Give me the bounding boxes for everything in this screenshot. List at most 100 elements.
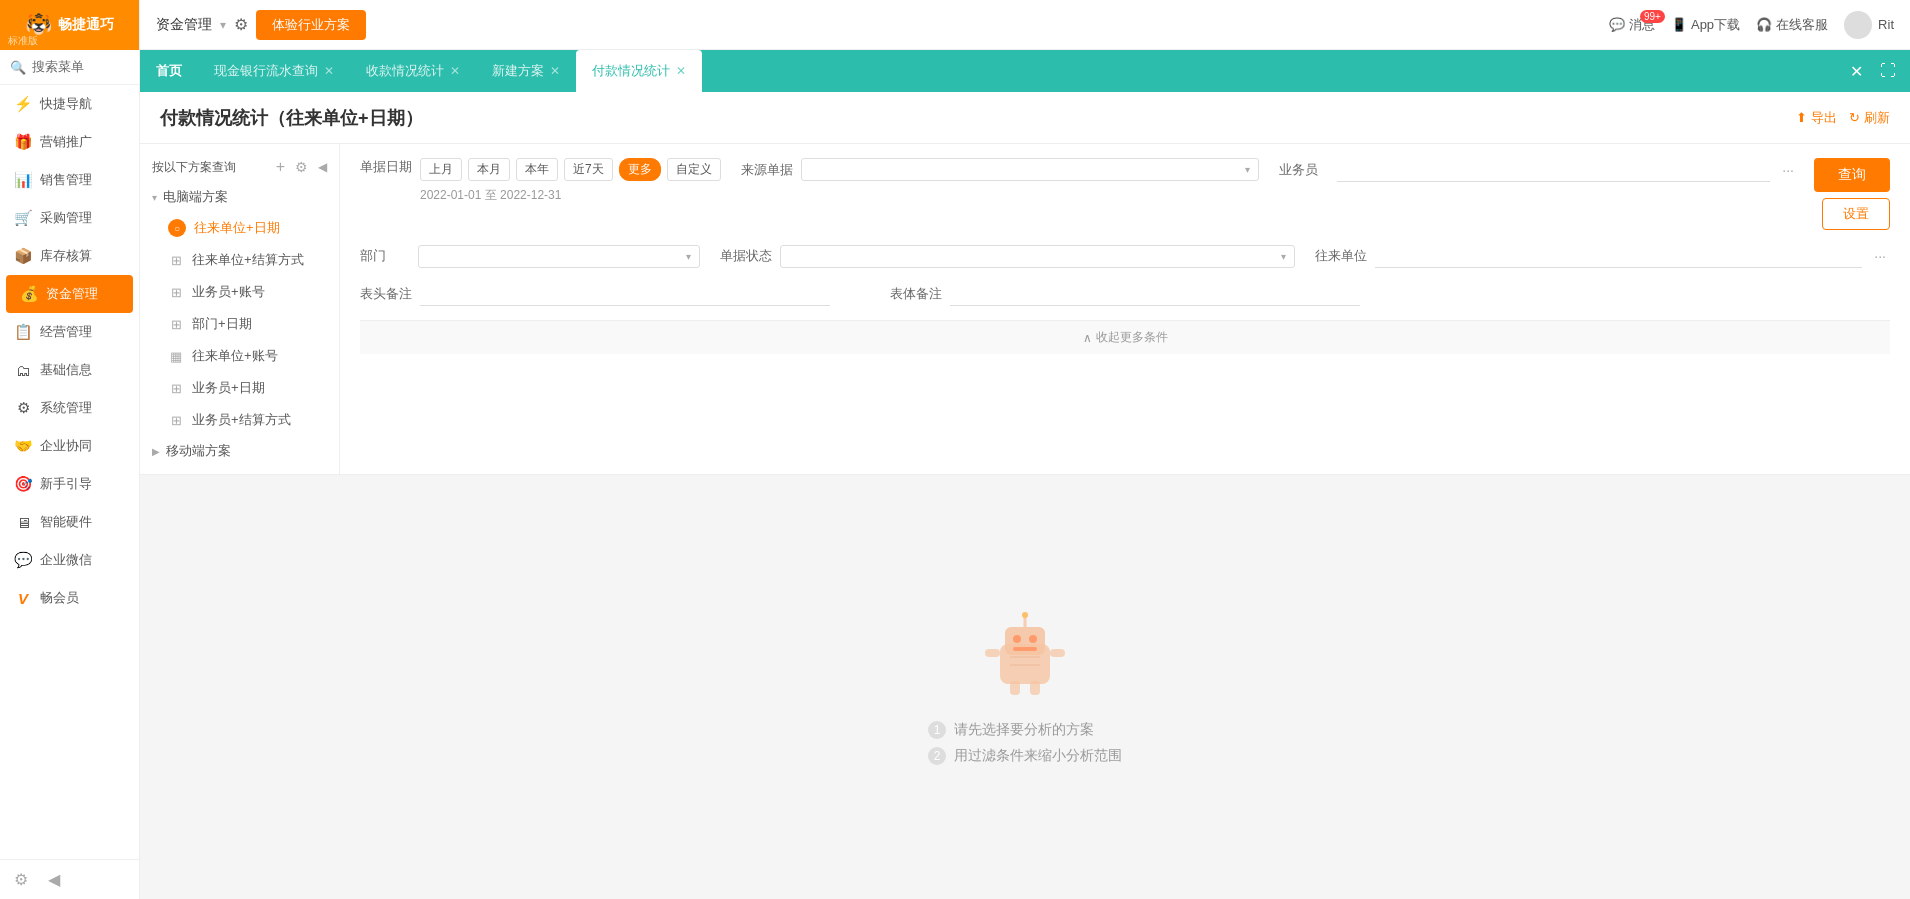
sidebar-item-huiyuan[interactable]: V 畅会员 [0,579,139,617]
tab-bank[interactable]: 现金银行流水查询 ✕ [198,50,350,92]
date-btn-last-month[interactable]: 上月 [420,158,462,181]
scheme-add-icon[interactable]: + [276,158,285,176]
service-label: 在线客服 [1776,16,1828,34]
sidebar-item-zijin[interactable]: 💰 资金管理 [6,275,133,313]
dept-select[interactable]: ▾ [418,245,700,268]
collapse-bar[interactable]: ∧ 收起更多条件 [360,320,1890,354]
date-btn-this-year[interactable]: 本年 [516,158,558,181]
salesperson-input[interactable] [1337,158,1770,182]
tab-bank-close[interactable]: ✕ [324,64,334,78]
partner-input[interactable] [1375,244,1862,268]
head-remark-input[interactable] [420,282,830,306]
sidebar-item-kuaijie[interactable]: ⚡ 快捷导航 [0,85,139,123]
scheme-item-wanglai-jiesuan[interactable]: ⊞ 往来单位+结算方式 [140,244,339,276]
scheme-collapse-icon[interactable]: ◀ [318,160,327,174]
scheme-item-yewuyuan-date[interactable]: ⊞ 业务员+日期 [140,372,339,404]
message-icon: 💬 [1609,17,1625,32]
tab-shoukuan-close[interactable]: ✕ [450,64,460,78]
sidebar-item-qiye[interactable]: 🤝 企业协同 [0,427,139,465]
status-select[interactable]: ▾ [780,245,1295,268]
partner-dots-btn[interactable]: ··· [1870,248,1890,264]
sidebar-item-weixin[interactable]: 💬 企业微信 [0,541,139,579]
scheme-item-yewuyuan-jiesuan[interactable]: ⊞ 业务员+结算方式 [140,404,339,436]
date-btn-last-7days[interactable]: 近7天 [564,158,613,181]
tab-newplan-close[interactable]: ✕ [550,64,560,78]
mobile-category[interactable]: ▶ 移动端方案 [140,436,339,466]
pc-category[interactable]: ▾ 电脑端方案 [140,182,339,212]
partner-filter-cell: 往来单位 ··· [1315,244,1890,268]
sidebar-item-zhineng[interactable]: 🖥 智能硬件 [0,503,139,541]
tip-text-2: 用过滤条件来缩小分析范围 [954,747,1122,765]
close-tab-icon[interactable]: ✕ [1842,57,1870,85]
scheme-settings-icon[interactable]: ⚙ [295,159,308,175]
active-scheme-dot: ○ [168,219,186,237]
topbar-right: 💬 消息 99+ 📱 App下载 🎧 在线客服 Rit [1609,11,1894,39]
tabbar-actions: ✕ ⛶ [1842,57,1910,85]
collapse-sidebar-icon[interactable]: ◀ [48,870,60,889]
source-select[interactable]: ▾ [801,158,1260,181]
source-filter-cell: 来源单据 ▾ [741,158,1260,181]
expand-tab-icon[interactable]: ⛶ [1874,57,1902,85]
app-icon: 📱 [1671,17,1687,32]
svg-rect-8 [1030,681,1040,695]
sidebar-item-yingxiao[interactable]: 🎁 营销推广 [0,123,139,161]
body-remark-input[interactable] [950,282,1360,306]
tab-fukuan[interactable]: 付款情况统计 ✕ [576,50,702,92]
filter-row-1: 单据日期 上月 本月 本年 近7天 更多 自定义 2022- [360,158,1890,230]
sidebar-item-xitong[interactable]: ⚙ 系统管理 [0,389,139,427]
empty-tip-1: 1 请先选择要分析的方案 [928,721,1122,739]
empty-tips: 1 请先选择要分析的方案 2 用过滤条件来缩小分析范围 [928,721,1122,765]
pc-chevron-icon: ▾ [152,192,157,203]
trial-button[interactable]: 体验行业方案 [256,10,366,40]
sidebar-item-jingying[interactable]: 📋 经营管理 [0,313,139,351]
status-label: 单据状态 [720,247,772,265]
scheme-label-wanglai-zhanghao: 往来单位+账号 [192,347,278,365]
topbar-settings-icon[interactable]: ⚙ [234,15,248,34]
export-button[interactable]: ⬆ 导出 [1796,109,1837,127]
settings-button[interactable]: 设置 [1822,198,1890,230]
sidebar-item-xiaoshou[interactable]: 📊 销售管理 [0,161,139,199]
jichu-icon: 🗂 [14,361,32,379]
tab-shoukuan[interactable]: 收款情况统计 ✕ [350,50,476,92]
messages-button[interactable]: 💬 消息 99+ [1609,16,1655,34]
date-options: 上月 本月 本年 近7天 更多 自定义 2022-01-01 至 2022-12… [420,158,721,204]
scheme-item-wanglai-date[interactable]: ○ 往来单位+日期 [140,212,339,244]
query-button[interactable]: 查询 [1814,158,1890,192]
body-remark-cell: 表体备注 [890,282,1360,306]
tabbar: 首页 现金银行流水查询 ✕ 收款情况统计 ✕ 新建方案 ✕ 付款情况统计 ✕ ✕… [140,50,1910,92]
source-select-arrow: ▾ [1245,164,1250,175]
date-filter-cell: 单据日期 上月 本月 本年 近7天 更多 自定义 2022- [360,158,721,204]
online-service-button[interactable]: 🎧 在线客服 [1756,16,1828,34]
settings-bottom-icon[interactable]: ⚙ [14,870,28,889]
user-menu[interactable]: Rit [1844,11,1894,39]
empty-robot-illustration [975,609,1075,709]
sidebar-item-caigou[interactable]: 🛒 采购管理 [0,199,139,237]
scheme-item-yewuyuan-zhanghao[interactable]: ⊞ 业务员+账号 [140,276,339,308]
svg-rect-5 [985,649,1000,657]
page-actions: ⬆ 导出 ↻ 刷新 [1796,109,1890,127]
dept-label: 部门 [360,247,410,265]
scheme-panel: 按以下方案查询 + ⚙ ◀ ▾ 电脑端方案 ○ 往来单位+日期 ⊞ 往来单位+结… [140,144,340,474]
page-title: 付款情况统计（往来单位+日期） [160,106,1796,130]
date-btn-this-month[interactable]: 本月 [468,158,510,181]
tab-newplan[interactable]: 新建方案 ✕ [476,50,576,92]
scheme-item-bumen-date[interactable]: ⊞ 部门+日期 [140,308,339,340]
salesperson-dots-btn[interactable]: ··· [1778,162,1798,178]
topbar-left: 资金管理 ▾ ⚙ 体验行业方案 [156,10,1597,40]
sidebar-item-xinshou[interactable]: 🎯 新手引导 [0,465,139,503]
export-icon: ⬆ [1796,110,1807,125]
date-btn-custom[interactable]: 自定义 [667,158,721,181]
tab-home[interactable]: 首页 [140,50,198,92]
scheme-grid-icon-4: ⊞ [168,380,184,396]
tab-bank-label: 现金银行流水查询 [214,62,318,80]
sidebar-item-kucun[interactable]: 📦 库存核算 [0,237,139,275]
app-download-button[interactable]: 📱 App下载 [1671,16,1740,34]
tab-fukuan-close[interactable]: ✕ [676,64,686,78]
scheme-grid-icon-1: ⊞ [168,252,184,268]
sidebar-search[interactable]: 🔍 搜索菜单 [0,50,139,85]
sidebar-item-jichu[interactable]: 🗂 基础信息 [0,351,139,389]
scheme-item-wanglai-zhanghao[interactable]: ▦ 往来单位+账号 [140,340,339,372]
refresh-button[interactable]: ↻ 刷新 [1849,109,1890,127]
refresh-icon: ↻ [1849,110,1860,125]
date-btn-more[interactable]: 更多 [619,158,661,181]
